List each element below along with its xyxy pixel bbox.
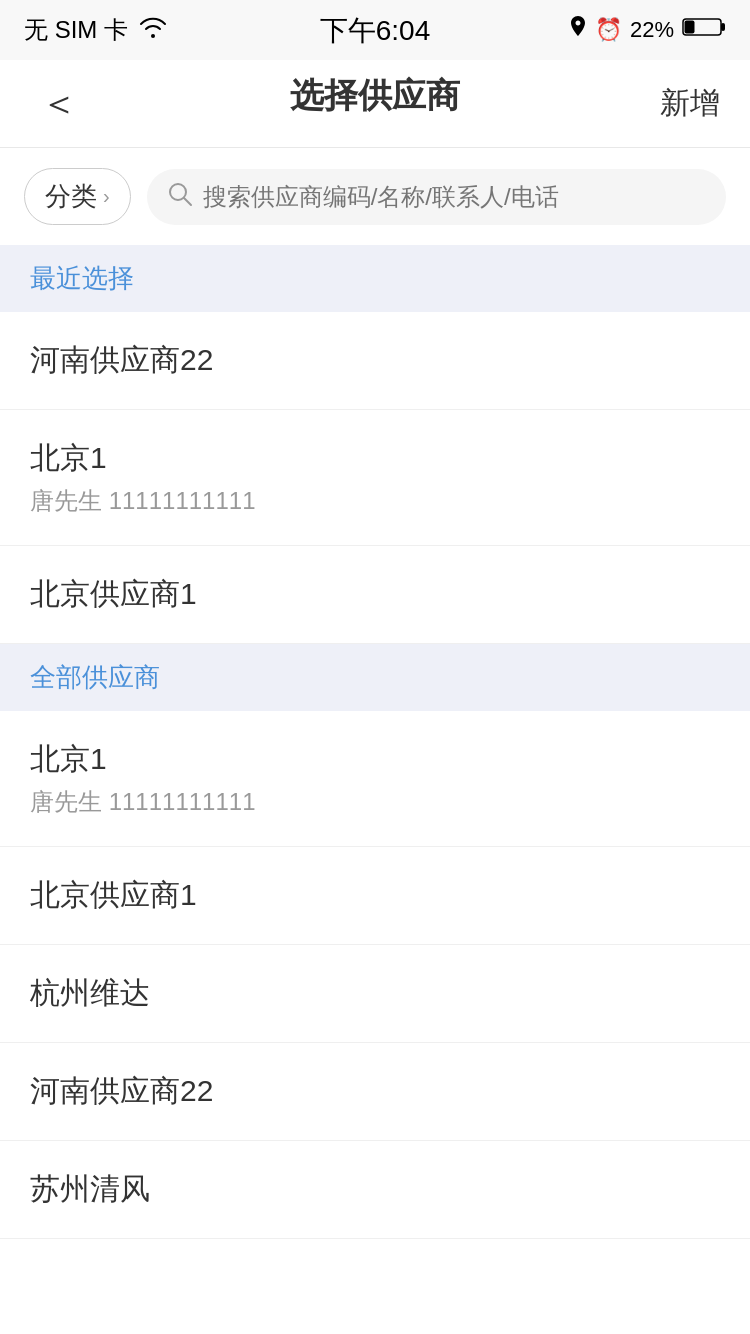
svg-rect-2 <box>685 21 695 34</box>
item-name: 苏州清风 <box>30 1169 720 1210</box>
filter-bar: 分类 › <box>0 148 750 245</box>
search-icon <box>167 181 193 213</box>
list-item[interactable]: 北京1 唐先生 11111111111 <box>0 410 750 546</box>
item-name: 北京供应商1 <box>30 574 720 615</box>
carrier-text: 无 SIM 卡 <box>24 14 128 46</box>
list-item[interactable]: 北京供应商1 <box>0 546 750 644</box>
svg-line-4 <box>184 198 191 205</box>
all-section-title: 全部供应商 <box>30 662 160 692</box>
chevron-right-icon: › <box>103 185 110 208</box>
battery-icon <box>682 16 726 44</box>
battery-text: 22% <box>630 17 674 43</box>
item-sub: 唐先生 11111111111 <box>30 786 720 818</box>
alarm-icon: ⏰ <box>595 17 622 43</box>
list-item[interactable]: 苏州清风 <box>0 1141 750 1239</box>
category-button[interactable]: 分类 › <box>24 168 131 225</box>
all-list: 北京1 唐先生 11111111111 北京供应商1 杭州维达河南供应商22 苏州清风 <box>0 711 750 1239</box>
wifi-icon <box>138 16 168 44</box>
list-item[interactable]: 北京1 唐先生 11111111111 <box>0 711 750 847</box>
back-button[interactable]: ＜ <box>30 68 88 139</box>
item-name: 河南供应商22 <box>30 340 720 381</box>
category-label: 分类 <box>45 179 97 214</box>
nav-bar: ＜ 选择供应商 新增 <box>0 60 750 148</box>
item-name: 河南供应商22 <box>30 1071 720 1112</box>
item-name: 杭州维达 <box>30 973 720 1014</box>
page-title: 选择供应商 <box>290 73 460 119</box>
item-name: 北京1 <box>30 739 720 780</box>
recent-section-header: 最近选择 <box>0 245 750 312</box>
location-icon <box>569 16 587 44</box>
add-button[interactable]: 新增 <box>660 83 720 124</box>
search-input[interactable] <box>203 183 706 211</box>
list-item[interactable]: 北京供应商1 <box>0 847 750 945</box>
status-right: ⏰ 22% <box>569 16 726 44</box>
list-item[interactable]: 河南供应商22 <box>0 1043 750 1141</box>
item-sub: 唐先生 11111111111 <box>30 485 720 517</box>
status-left: 无 SIM 卡 <box>24 14 168 46</box>
list-item[interactable]: 河南供应商22 <box>0 312 750 410</box>
list-item[interactable]: 杭州维达 <box>0 945 750 1043</box>
recent-list: 河南供应商22 北京1 唐先生 11111111111 北京供应商1 <box>0 312 750 644</box>
item-name: 北京供应商1 <box>30 875 720 916</box>
status-time: 下午6:04 <box>320 12 431 50</box>
item-name: 北京1 <box>30 438 720 479</box>
recent-section-title: 最近选择 <box>30 263 134 293</box>
search-bar <box>147 169 726 225</box>
status-bar: 无 SIM 卡 下午6:04 ⏰ 22% <box>0 0 750 60</box>
all-section-header: 全部供应商 <box>0 644 750 711</box>
svg-rect-1 <box>721 23 725 31</box>
